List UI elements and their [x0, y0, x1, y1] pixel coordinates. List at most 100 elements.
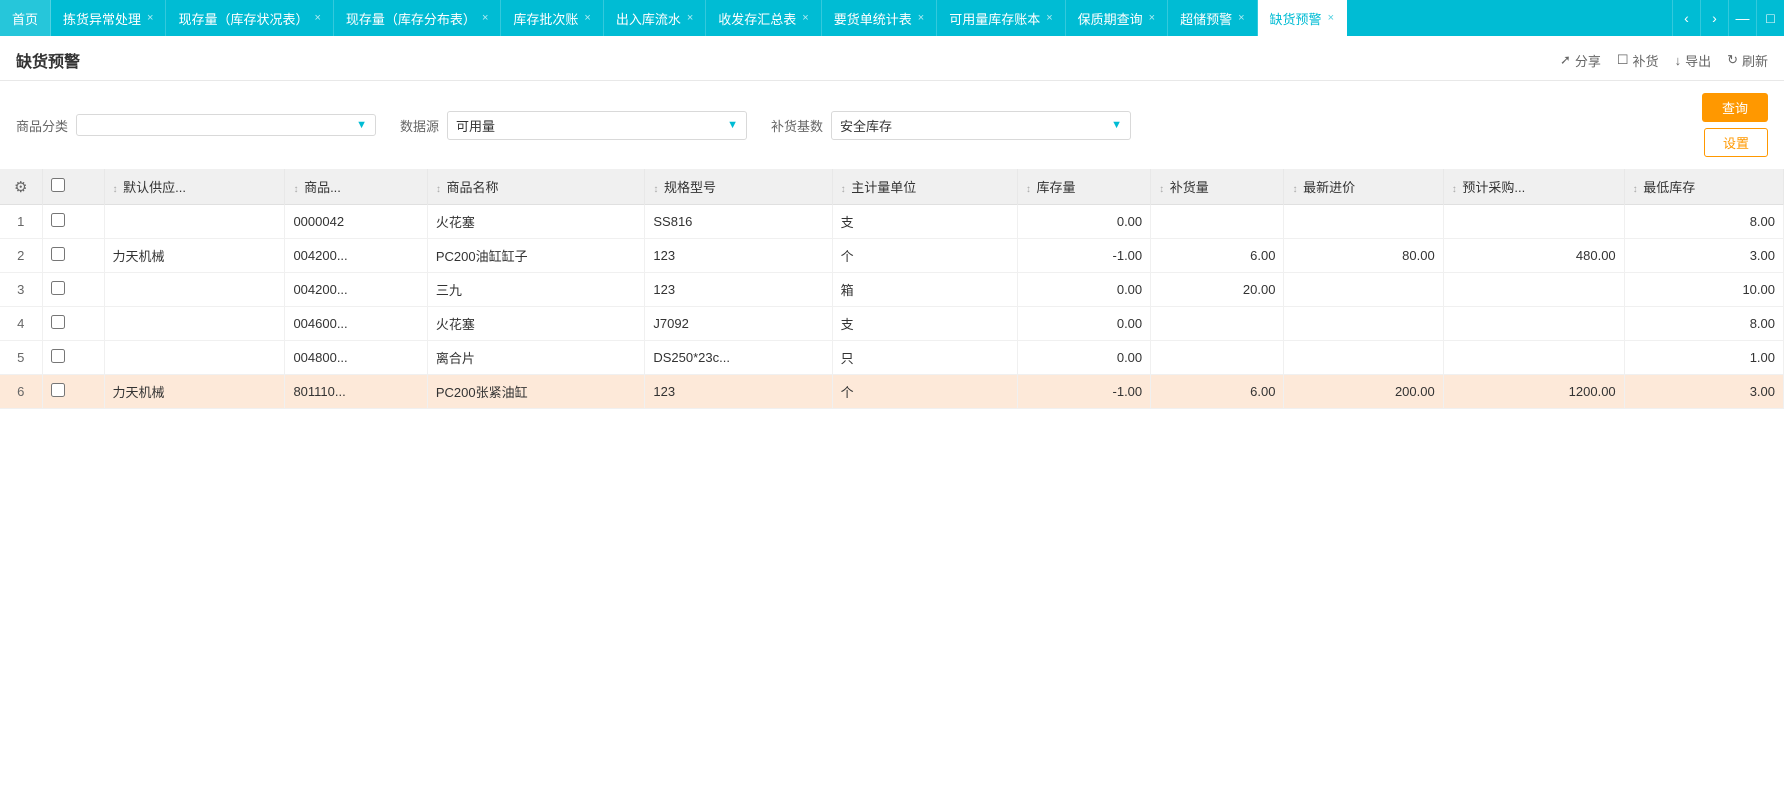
cell-inventory-5: -1.00: [1017, 375, 1150, 409]
cell-code-1: 004200...: [285, 239, 427, 273]
sort-min-icon[interactable]: ↕: [1633, 184, 1638, 195]
tab-inout-flow-close[interactable]: ×: [687, 12, 693, 24]
cell-min-stock-4: 1.00: [1624, 341, 1783, 375]
cell-inventory-1: -1.00: [1017, 239, 1150, 273]
tab-receive-summary[interactable]: 收发存汇总表 ×: [706, 0, 821, 36]
tab-exception[interactable]: 拣货异常处理 ×: [51, 0, 166, 36]
sort-inventory-icon[interactable]: ↕: [1026, 184, 1031, 195]
table-row: 4 004600... 火花塞 J7092 支 0.00 8.00: [0, 307, 1784, 341]
nav-arrows: ‹ › — □: [1672, 0, 1784, 36]
tab-batch-account[interactable]: 库存批次账 ×: [501, 0, 603, 36]
cell-spec-1: 123: [645, 239, 832, 273]
cell-spec-4: DS250*23c...: [645, 341, 832, 375]
replenish-base-select[interactable]: 安全库存 ▼: [831, 111, 1131, 140]
tab-overstock[interactable]: 超储预警 ×: [1168, 0, 1257, 36]
tab-shortage-close[interactable]: ×: [1328, 12, 1334, 24]
cell-unit-0: 支: [832, 205, 1017, 239]
cell-price-0: [1284, 205, 1443, 239]
category-select[interactable]: ▼: [76, 114, 376, 136]
nav-maximize[interactable]: □: [1756, 0, 1784, 36]
tab-available-ledger[interactable]: 可用量库存账本 ×: [937, 0, 1065, 36]
cell-supplier-0: [104, 205, 285, 239]
cell-inventory-2: 0.00: [1017, 273, 1150, 307]
export-button[interactable]: ↓ 导出: [1675, 51, 1712, 70]
th-min-stock-label: 最低库存: [1643, 180, 1695, 195]
cell-code-2: 004200...: [285, 273, 427, 307]
cell-inventory-4: 0.00: [1017, 341, 1150, 375]
cell-est-3: [1443, 307, 1624, 341]
row-checkbox-2[interactable]: [51, 281, 65, 295]
sort-code-icon[interactable]: ↕: [293, 184, 298, 195]
row-checkbox-0[interactable]: [51, 213, 65, 227]
cell-checkbox-1[interactable]: [42, 239, 104, 273]
datasource-filter: 数据源 可用量 ▼: [400, 111, 747, 140]
sort-unit-icon[interactable]: ↕: [841, 184, 846, 195]
query-button[interactable]: 查询: [1702, 93, 1768, 122]
row-checkbox-5[interactable]: [51, 383, 65, 397]
cell-checkbox-0[interactable]: [42, 205, 104, 239]
sort-supplier-icon[interactable]: ↕: [113, 184, 118, 195]
nav-arrow-left[interactable]: ‹: [1672, 0, 1700, 36]
tab-exception-close[interactable]: ×: [147, 12, 153, 24]
tab-demand-stat-label: 要货单统计表: [834, 9, 912, 28]
nav-minimize[interactable]: —: [1728, 0, 1756, 36]
tab-inventory-dist-close[interactable]: ×: [482, 12, 488, 24]
replenish-base-label: 补货基数: [771, 116, 823, 135]
th-latest-price-label: 最新进价: [1303, 180, 1355, 195]
cell-checkbox-3[interactable]: [42, 307, 104, 341]
sort-price-icon[interactable]: ↕: [1292, 184, 1297, 195]
cell-code-3: 004600...: [285, 307, 427, 341]
cell-checkbox-4[interactable]: [42, 341, 104, 375]
nav-arrow-right[interactable]: ›: [1700, 0, 1728, 36]
sort-replenish-icon[interactable]: ↕: [1159, 184, 1164, 195]
tab-receive-summary-close[interactable]: ×: [802, 12, 808, 24]
tab-inventory-status[interactable]: 现存量（库存状况表） ×: [166, 0, 333, 36]
settings-button[interactable]: 设置: [1704, 128, 1768, 157]
cell-price-5: 200.00: [1284, 375, 1443, 409]
tab-inventory-status-close[interactable]: ×: [314, 12, 320, 24]
select-all-checkbox[interactable]: [51, 178, 65, 192]
tab-inventory-dist[interactable]: 现存量（库存分布表） ×: [334, 0, 501, 36]
tab-demand-stat-close[interactable]: ×: [918, 12, 924, 24]
cell-code-5: 801110...: [285, 375, 427, 409]
sort-est-icon[interactable]: ↕: [1452, 184, 1457, 195]
row-checkbox-4[interactable]: [51, 349, 65, 363]
cell-checkbox-2[interactable]: [42, 273, 104, 307]
category-filter: 商品分类 ▼: [16, 114, 376, 136]
refresh-button[interactable]: ↻ 刷新: [1727, 51, 1768, 70]
tab-expiry-query-close[interactable]: ×: [1149, 12, 1155, 24]
cell-checkbox-5[interactable]: [42, 375, 104, 409]
replenish-button[interactable]: ☐ 补货: [1617, 51, 1659, 70]
th-gear[interactable]: ⚙: [0, 169, 42, 205]
datasource-select[interactable]: 可用量 ▼: [447, 111, 747, 140]
row-checkbox-1[interactable]: [51, 247, 65, 261]
cell-replenish-1: 6.00: [1151, 239, 1284, 273]
cell-supplier-5: 力天机械: [104, 375, 285, 409]
tab-inout-flow[interactable]: 出入库流水 ×: [604, 0, 706, 36]
category-label: 商品分类: [16, 116, 68, 135]
sort-name-icon[interactable]: ↕: [436, 184, 441, 195]
th-min-stock: ↕ 最低库存: [1624, 169, 1783, 205]
cell-spec-2: 123: [645, 273, 832, 307]
tab-available-ledger-close[interactable]: ×: [1046, 12, 1052, 24]
cell-price-2: [1284, 273, 1443, 307]
column-settings-icon[interactable]: ⚙: [14, 179, 27, 196]
header-actions: ➚ 分享 ☐ 补货 ↓ 导出 ↻ 刷新: [1560, 51, 1768, 70]
row-checkbox-3[interactable]: [51, 315, 65, 329]
tab-overstock-close[interactable]: ×: [1238, 12, 1244, 24]
datasource-label: 数据源: [400, 116, 439, 135]
tab-batch-account-close[interactable]: ×: [584, 12, 590, 24]
tab-demand-stat[interactable]: 要货单统计表 ×: [822, 0, 937, 36]
cell-spec-5: 123: [645, 375, 832, 409]
cell-name-2: 三九: [427, 273, 645, 307]
tab-shortage[interactable]: 缺货预警 ×: [1258, 0, 1347, 36]
table-row: 3 004200... 三九 123 箱 0.00 20.00 10.00: [0, 273, 1784, 307]
cell-unit-4: 只: [832, 341, 1017, 375]
tab-home[interactable]: 首页: [0, 0, 51, 36]
datasource-value: 可用量: [456, 116, 495, 135]
refresh-label: 刷新: [1742, 51, 1768, 70]
share-button[interactable]: ➚ 分享: [1560, 51, 1601, 70]
cell-replenish-4: [1151, 341, 1284, 375]
tab-expiry-query[interactable]: 保质期查询 ×: [1066, 0, 1168, 36]
sort-spec-icon[interactable]: ↕: [653, 184, 658, 195]
